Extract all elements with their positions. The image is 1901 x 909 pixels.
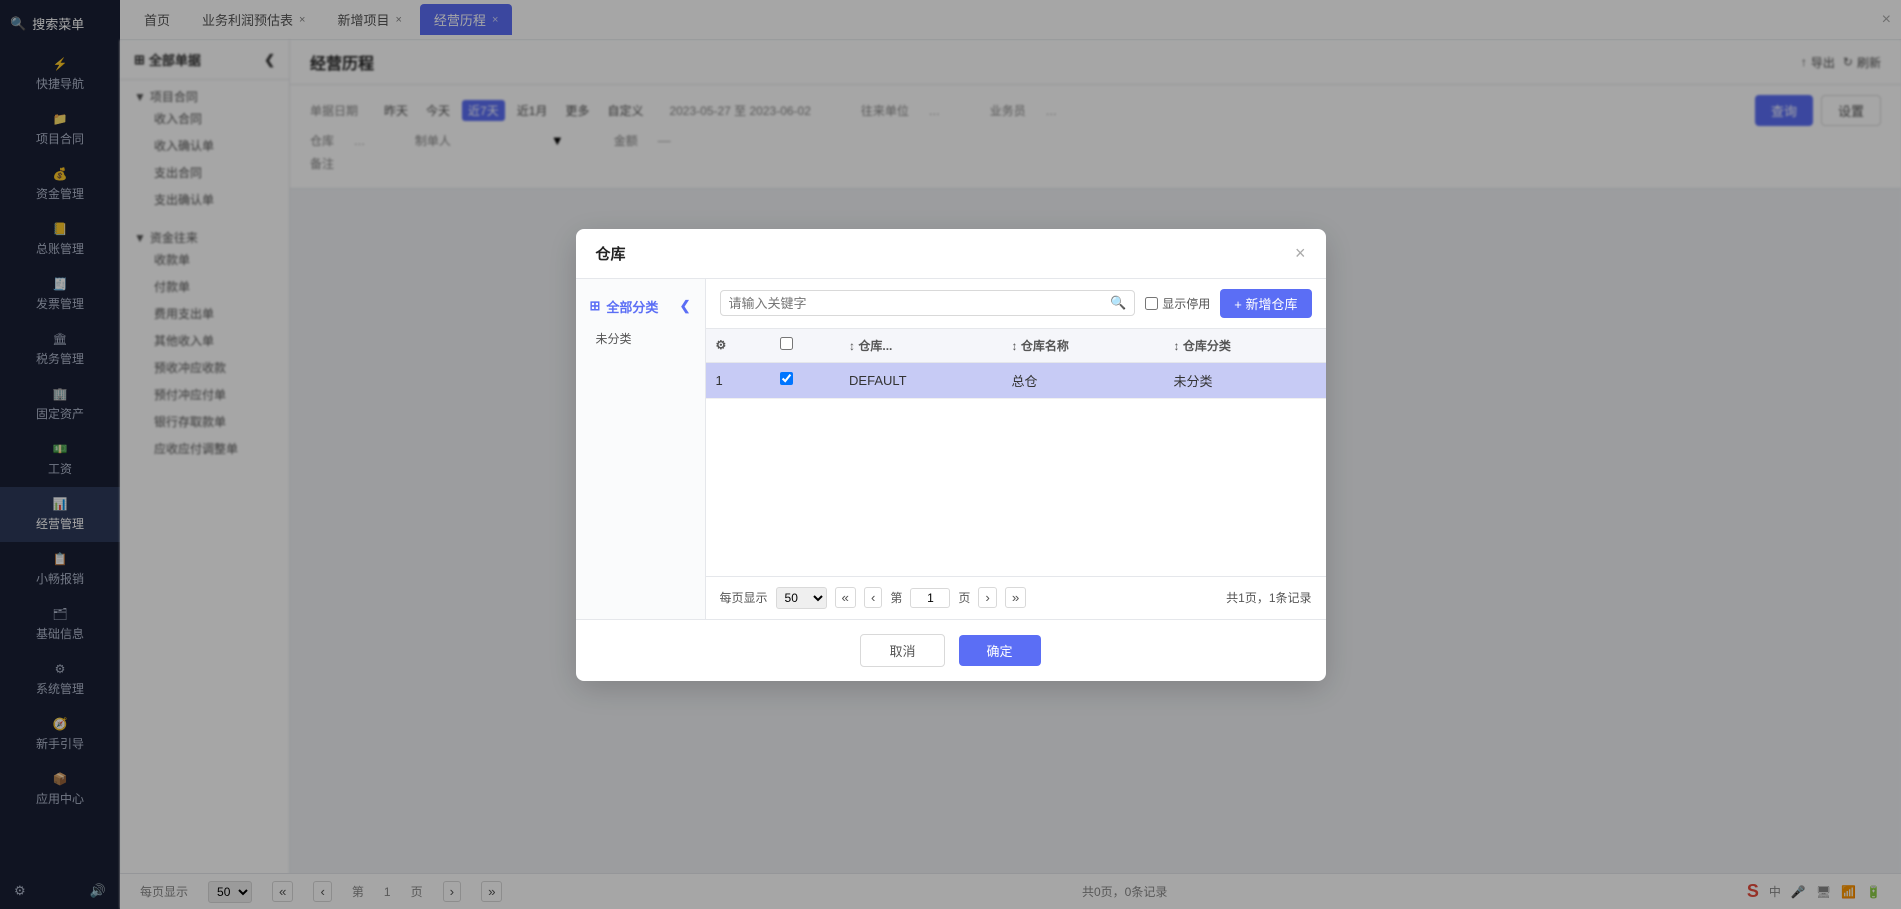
show-disabled-input[interactable]: [1145, 297, 1158, 310]
show-disabled-checkbox[interactable]: 显示停用: [1145, 295, 1210, 312]
last-page-button[interactable]: »: [1005, 587, 1026, 608]
prev-page-button[interactable]: ‹: [864, 587, 882, 608]
th-category: ↕ 仓库分类: [1163, 329, 1325, 363]
table-header: ⚙ ↕ 仓库... ↕ 仓库名称 ↕ 仓库分类: [706, 329, 1326, 363]
modal-toolbar: 🔍 显示停用 + 新增仓库: [706, 279, 1326, 329]
row-code: DEFAULT: [839, 362, 1001, 398]
per-page-label: 每页显示: [720, 589, 768, 606]
add-warehouse-button[interactable]: + 新增仓库: [1220, 289, 1311, 318]
modal-sidebar-all-label: 全部分类: [606, 297, 658, 316]
modal-sidebar-collapse[interactable]: ❮: [680, 298, 691, 314]
th-code: ↕ 仓库...: [839, 329, 1001, 363]
page-input[interactable]: [910, 588, 950, 608]
search-icon2: 🔍: [1110, 295, 1126, 311]
modal-sidebar-all[interactable]: ⊞ 全部分类 ❮: [576, 289, 705, 324]
th-name: ↕ 仓库名称: [1002, 329, 1164, 363]
table-row[interactable]: 1 DEFAULT 总仓 未分类: [706, 362, 1326, 398]
per-page-select[interactable]: 50 100 200: [776, 587, 827, 609]
row-select-checkbox[interactable]: [780, 372, 793, 385]
th-settings: ⚙: [706, 329, 770, 363]
page-suffix: 页: [958, 589, 970, 606]
modal-title: 仓库: [596, 243, 626, 264]
modal-sidebar-unclassified[interactable]: 未分类: [576, 324, 705, 353]
sort-code-icon[interactable]: ↕: [849, 339, 855, 353]
warehouse-table: ⚙ ↕ 仓库... ↕ 仓库名称 ↕ 仓库分类 1 DEFAULT 总仓: [706, 329, 1326, 399]
first-page-button[interactable]: «: [835, 587, 856, 608]
row-checkbox: [770, 362, 839, 398]
grid-icon2: ⊞: [590, 298, 601, 314]
sort-cat-icon[interactable]: ↕: [1173, 339, 1179, 353]
page-label: 第: [890, 589, 902, 606]
cancel-button[interactable]: 取消: [860, 634, 944, 667]
modal-body: ⊞ 全部分类 ❮ 未分类 🔍 显示停用 + 新增仓库: [576, 279, 1326, 619]
warehouse-modal: 仓库 × ⊞ 全部分类 ❮ 未分类 🔍 显示停用: [576, 229, 1326, 681]
table-body: 1 DEFAULT 总仓 未分类: [706, 362, 1326, 398]
page-info: 共1页，1条记录: [1226, 589, 1311, 606]
next-page-button[interactable]: ›: [978, 587, 996, 608]
modal-pagination: 每页显示 50 100 200 « ‹ 第 页 › » 共1页，1条记录: [706, 576, 1326, 619]
row-category: 未分类: [1163, 362, 1325, 398]
confirm-button[interactable]: 确定: [959, 635, 1041, 666]
modal-header: 仓库 ×: [576, 229, 1326, 279]
modal-search-input[interactable]: [729, 296, 1111, 311]
sort-name-icon[interactable]: ↕: [1012, 339, 1018, 353]
modal-close-button[interactable]: ×: [1295, 243, 1306, 264]
show-disabled-label: 显示停用: [1162, 295, 1210, 312]
modal-main: 🔍 显示停用 + 新增仓库 ⚙ ↕ 仓库... ↕ 仓库名称: [706, 279, 1326, 619]
modal-sidebar: ⊞ 全部分类 ❮ 未分类: [576, 279, 706, 619]
th-checkbox: [770, 329, 839, 363]
modal-table: ⚙ ↕ 仓库... ↕ 仓库名称 ↕ 仓库分类 1 DEFAULT 总仓: [706, 329, 1326, 576]
modal-footer: 取消 确定: [576, 619, 1326, 681]
modal-search-box: 🔍: [720, 290, 1136, 316]
row-name: 总仓: [1002, 362, 1164, 398]
gear-icon[interactable]: ⚙: [716, 338, 727, 352]
select-all-checkbox[interactable]: [780, 337, 793, 350]
row-seq: 1: [706, 362, 770, 398]
